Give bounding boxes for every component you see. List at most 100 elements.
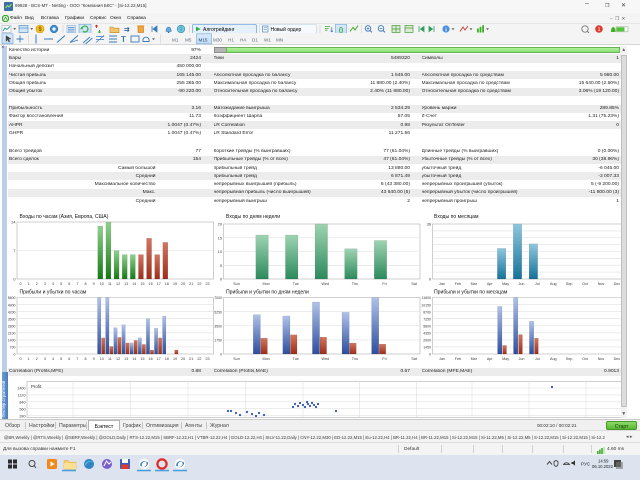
svg-text:9: 9: [93, 282, 95, 286]
svg-text:1400: 1400: [17, 387, 25, 391]
svg-text:Прибыли и убытки по месяцам: Прибыли и убытки по месяцам: [434, 290, 508, 296]
svg-text:D1: D1: [252, 38, 258, 43]
svg-text:Fri: Fri: [382, 282, 386, 286]
svg-text:19: 19: [173, 357, 177, 361]
svg-text:5250: 5250: [214, 310, 222, 314]
svg-text:May: May: [502, 357, 509, 361]
svg-text:280: 280: [19, 414, 25, 418]
svg-text:0: 0: [429, 353, 431, 357]
svg-text:Feb: Feb: [455, 282, 461, 286]
svg-text:Dec: Dec: [614, 357, 621, 361]
svg-text:5: 5: [60, 357, 62, 361]
svg-text:840: 840: [19, 401, 25, 405]
svg-text:10: 10: [100, 357, 104, 361]
svg-text:1750: 1750: [214, 339, 222, 343]
svg-text:Thu: Thu: [352, 357, 358, 361]
svg-text:15: 15: [140, 282, 144, 286]
svg-text:Feb: Feb: [455, 357, 461, 361]
svg-text:7: 7: [76, 282, 78, 286]
svg-text:8700: 8700: [423, 310, 431, 314]
svg-text:12: 12: [116, 282, 120, 286]
svg-text:5: 5: [220, 263, 222, 268]
svg-text:1400: 1400: [8, 339, 16, 343]
svg-text:Jul: Jul: [535, 282, 540, 286]
svg-text:2: 2: [36, 282, 38, 286]
svg-text:3: 3: [44, 357, 46, 361]
svg-text:Thu: Thu: [352, 282, 358, 286]
svg-text:Входы по часам (Азия, Европа,: Входы по часам (Азия, Европа, США): [20, 214, 109, 220]
svg-text:6: 6: [68, 357, 70, 361]
svg-text:0: 0: [220, 353, 222, 357]
svg-text:2900: 2900: [423, 339, 431, 343]
svg-text:0: 0: [13, 277, 16, 282]
svg-text:Oct: Oct: [582, 282, 588, 286]
svg-text:21: 21: [189, 357, 193, 361]
svg-text:H1: H1: [228, 38, 234, 43]
svg-text:Sep: Sep: [566, 357, 573, 361]
svg-text:Sep: Sep: [566, 282, 573, 286]
svg-text:Nov: Nov: [598, 357, 605, 361]
svg-text:5: 5: [60, 282, 62, 286]
svg-text:11: 11: [108, 357, 112, 361]
svg-text:M1: M1: [172, 38, 179, 43]
svg-text:21: 21: [189, 282, 193, 286]
svg-text:H4: H4: [240, 38, 246, 43]
svg-text:Tue: Tue: [293, 357, 299, 361]
svg-text:11600: 11600: [422, 296, 432, 300]
svg-text:Tue: Tue: [293, 282, 299, 286]
svg-text:Wed: Wed: [322, 282, 330, 286]
svg-text:8: 8: [84, 282, 86, 286]
svg-text:1450: 1450: [423, 346, 431, 350]
svg-text:1120: 1120: [18, 394, 26, 398]
svg-text:0: 0: [19, 357, 21, 361]
svg-text:5600: 5600: [8, 296, 16, 300]
svg-text:Fri: Fri: [382, 357, 386, 361]
svg-text:7: 7: [13, 248, 15, 253]
svg-text:Jun: Jun: [519, 282, 525, 286]
svg-text:14: 14: [132, 282, 136, 286]
svg-text:2800: 2800: [8, 325, 16, 329]
svg-text:РУС: РУС: [581, 462, 591, 467]
svg-text:0: 0: [19, 282, 21, 286]
svg-text:15: 15: [140, 357, 144, 361]
svg-text:9: 9: [93, 357, 95, 361]
svg-text:Aug: Aug: [550, 357, 557, 361]
svg-text:Входы по месяцам: Входы по месяцам: [434, 214, 479, 220]
svg-text:20: 20: [218, 222, 223, 227]
svg-text:4: 4: [52, 357, 54, 361]
svg-text:18: 18: [165, 282, 169, 286]
svg-text:W1: W1: [264, 38, 271, 43]
svg-text:Jan: Jan: [439, 357, 445, 361]
svg-text:12: 12: [116, 357, 120, 361]
svg-text:7250: 7250: [423, 317, 431, 321]
svg-text:May: May: [502, 282, 509, 286]
svg-text:16: 16: [149, 282, 153, 286]
svg-text:10: 10: [218, 249, 223, 254]
svg-text:4200: 4200: [8, 310, 16, 314]
svg-text:8: 8: [84, 357, 86, 361]
svg-text:6: 6: [68, 282, 70, 286]
svg-text:MN: MN: [276, 38, 283, 43]
svg-text:560: 560: [19, 407, 25, 411]
svg-text:4900: 4900: [8, 303, 16, 307]
svg-text:17: 17: [157, 282, 161, 286]
svg-text:06.10.2022: 06.10.2022: [592, 464, 614, 469]
svg-text:10150: 10150: [421, 303, 431, 307]
svg-text:36: 36: [427, 222, 431, 227]
svg-text:Jan: Jan: [439, 282, 445, 286]
svg-text:23: 23: [205, 357, 209, 361]
svg-text:1: 1: [28, 357, 30, 361]
svg-text:23: 23: [205, 282, 209, 286]
svg-text:Jun: Jun: [519, 357, 525, 361]
svg-text:T: T: [121, 35, 126, 44]
svg-text:0: 0: [220, 277, 223, 282]
svg-text:4: 4: [52, 282, 54, 286]
svg-text:17: 17: [157, 357, 161, 361]
svg-text:700: 700: [10, 346, 16, 350]
svg-text:Mon: Mon: [263, 357, 270, 361]
svg-text:1: 1: [28, 282, 30, 286]
svg-text:14: 14: [132, 357, 136, 361]
svg-text:22: 22: [197, 357, 201, 361]
svg-text:3: 3: [44, 282, 46, 286]
svg-text:0: 0: [429, 277, 432, 282]
